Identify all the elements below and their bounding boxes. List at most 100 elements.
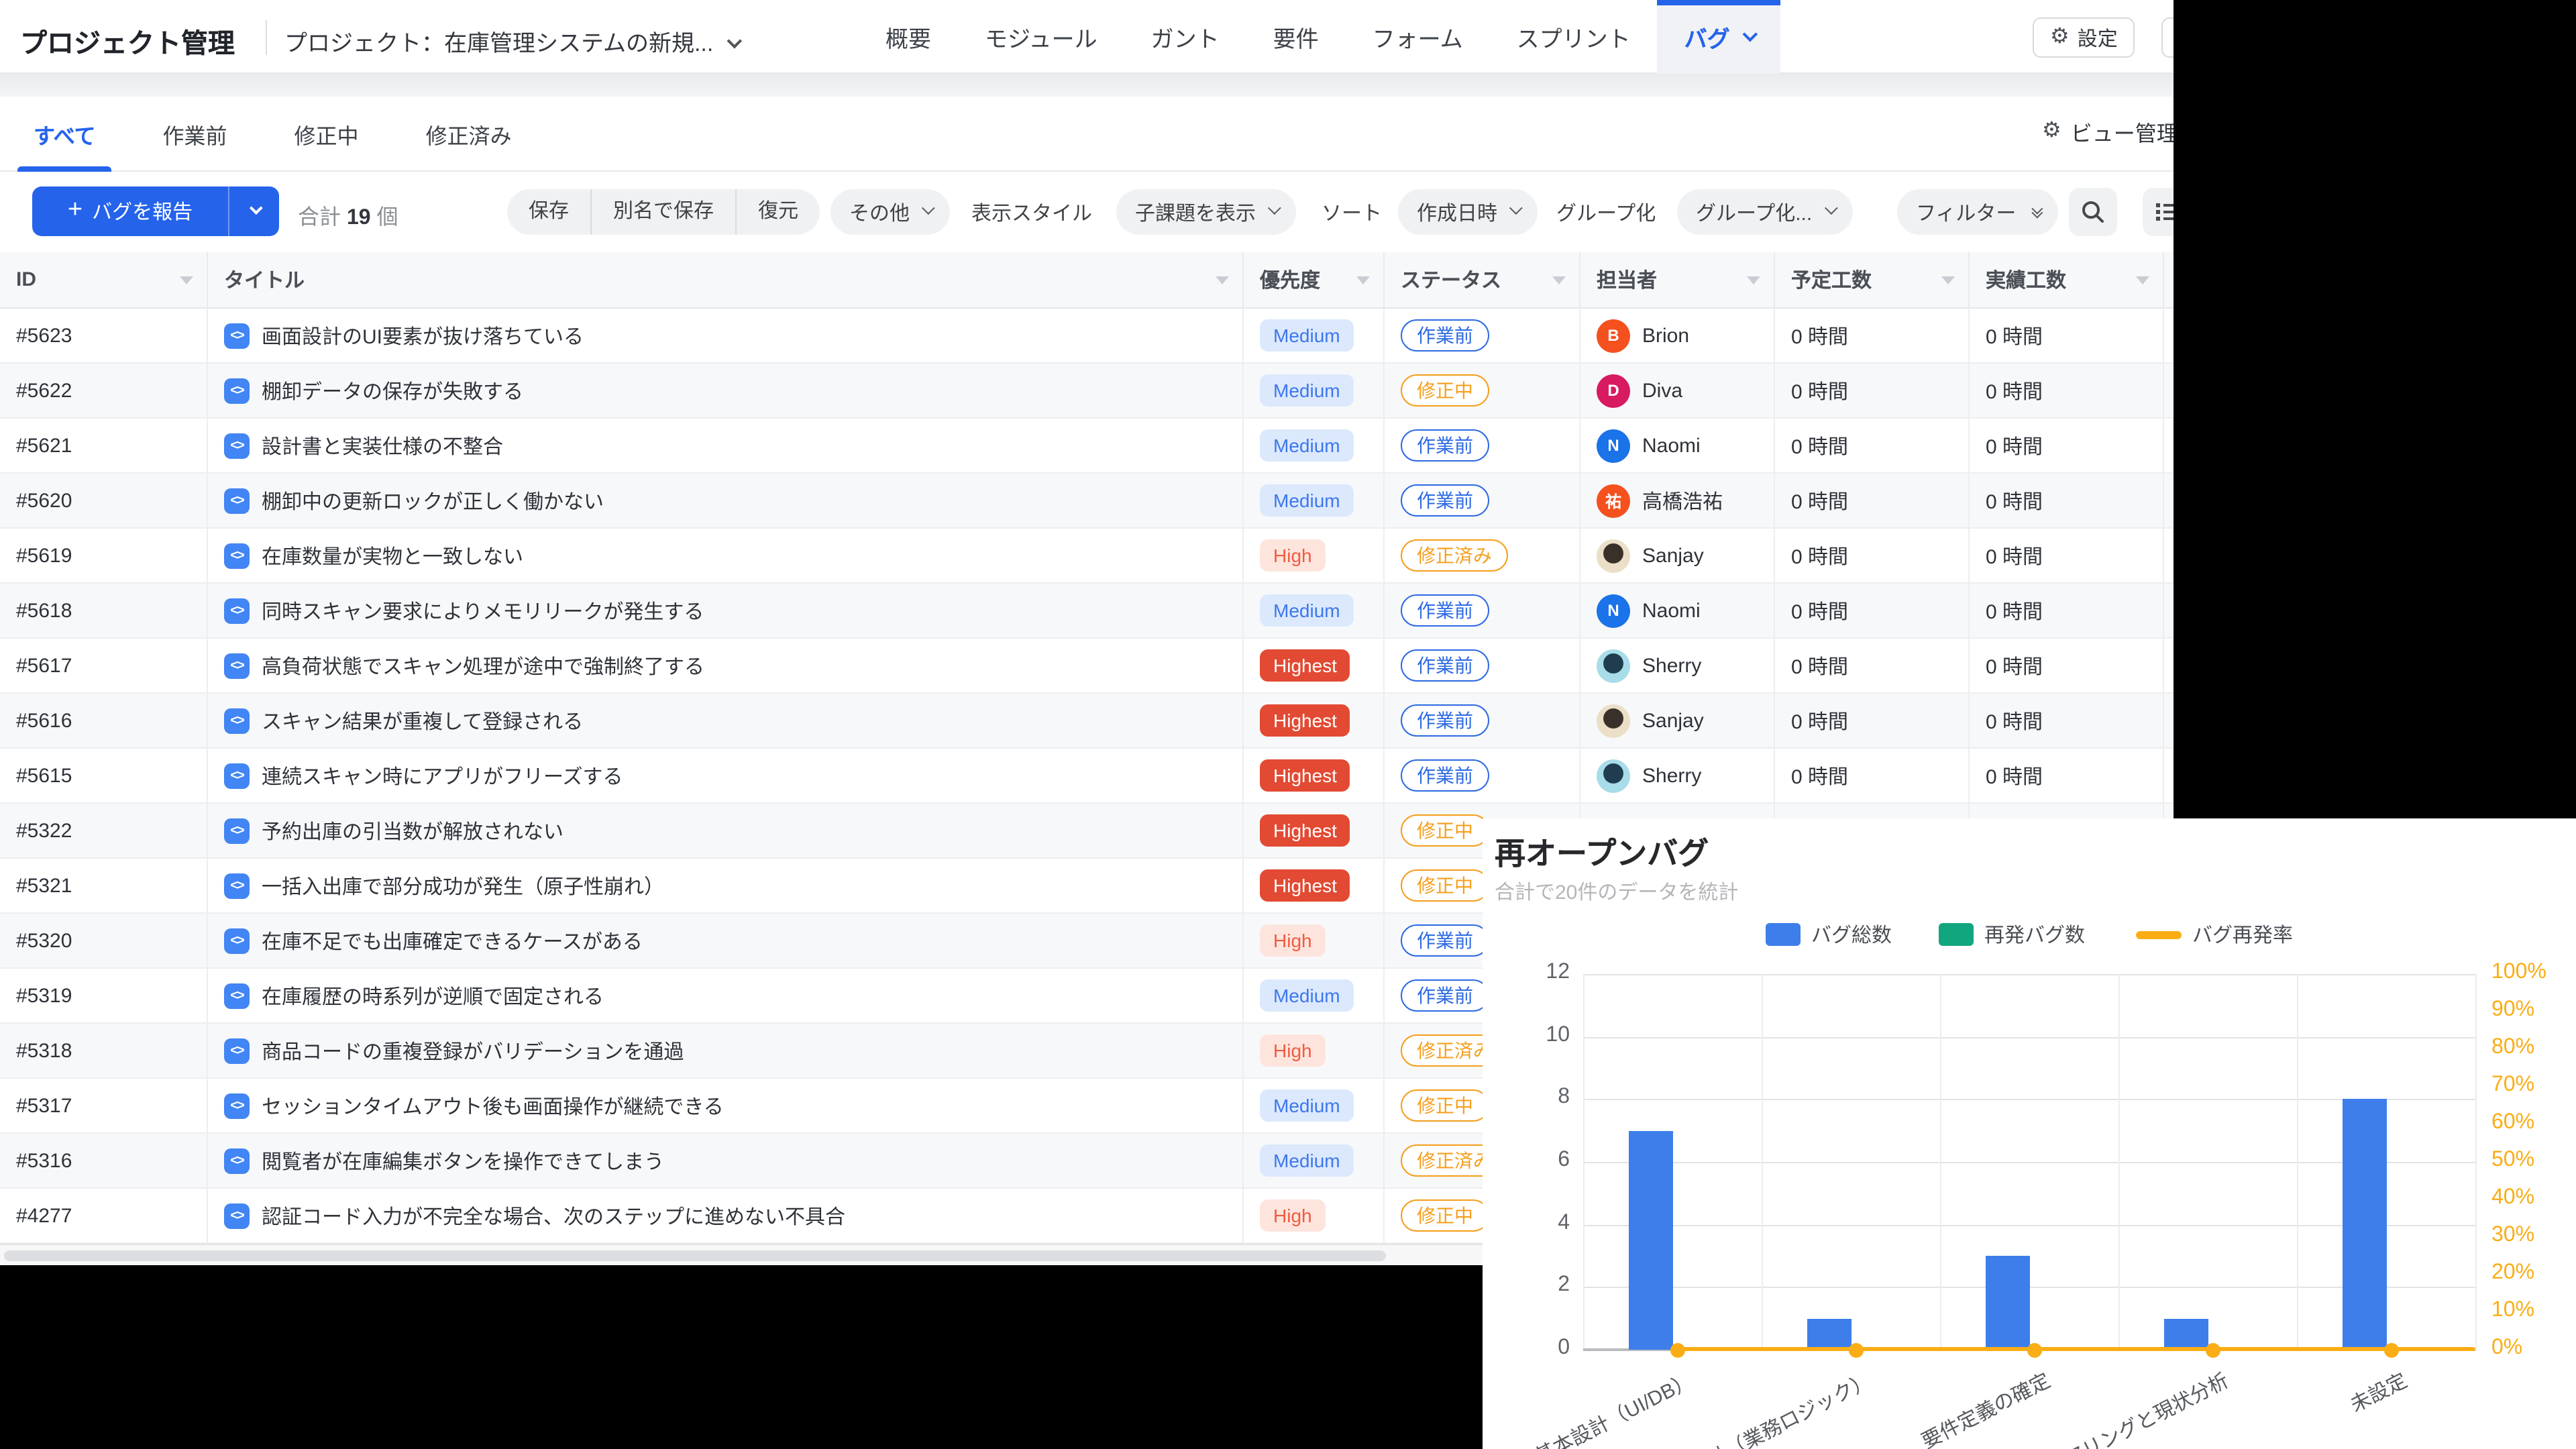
rate-point-要件定義の確定 [2027, 1342, 2042, 1357]
bug-id: #5616 [16, 709, 72, 732]
table-row[interactable]: #5618<>同時スキャン要求によりメモリリークが発生するMedium作業前NN… [0, 584, 2176, 639]
bug-type-icon: <> [224, 708, 250, 733]
cell-title[interactable]: <>在庫履歴の時系列が逆順で固定される [208, 969, 1244, 1024]
cell-title[interactable]: <>セッションタイムアウト後も画面操作が継続できる [208, 1079, 1244, 1134]
column-header-タイトル[interactable]: タイトル [208, 252, 1244, 309]
priority-badge: Medium [1260, 979, 1354, 1012]
column-header-予定工数[interactable]: 予定工数 [1775, 252, 1970, 309]
group-dropdown[interactable]: グループ化... [1677, 189, 1852, 235]
tab-概要[interactable]: 概要 [859, 0, 958, 74]
cell-title[interactable]: <>閲覧者が在庫編集ボタンを操作できてしまう [208, 1134, 1244, 1189]
table-row[interactable]: #5615<>連続スキャン時にアプリがフリーズするHighest作業前Sherr… [0, 749, 2176, 804]
table-row[interactable]: #5616<>スキャン結果が重複して登録されるHighest作業前Sanjay0… [0, 694, 2176, 749]
column-filter-icon[interactable] [180, 276, 193, 284]
table-row[interactable]: #5620<>棚卸中の更新ロックが正しく働かないMedium作業前祐高橋浩祐0 … [0, 474, 2176, 529]
restore-button[interactable]: 復元 [735, 189, 820, 235]
cell-status: 作業前 [1385, 584, 1580, 639]
view-tab-修正済み[interactable]: 修正済み [426, 97, 512, 172]
avatar: D [1597, 374, 1630, 407]
column-filter-icon[interactable] [1941, 276, 1955, 284]
table-row[interactable]: #5623<>画面設計のUI要素が抜け落ちているMedium作業前BBrion0… [0, 309, 2176, 364]
cell-title[interactable]: <>棚卸中の更新ロックが正しく働かない [208, 474, 1244, 529]
view-manage-button[interactable]: ⚙ ビュー管理 [2042, 115, 2178, 148]
more-dropdown[interactable]: その他 [830, 189, 950, 235]
cell-title[interactable]: <>高負荷状態でスキャン処理が途中で強制終了する [208, 639, 1244, 694]
table-row[interactable]: #5619<>在庫数量が実物と一致しないHigh修正済みSanjay0 時間0 … [0, 529, 2176, 584]
report-bug-dropdown[interactable] [228, 186, 279, 236]
cell-title[interactable]: <>予約出庫の引当数が解放されない [208, 804, 1244, 859]
settings-button[interactable]: ⚙ 設定 [2033, 17, 2135, 58]
table-row[interactable]: #5617<>高負荷状態でスキャン処理が途中で強制終了するHighest作業前S… [0, 639, 2176, 694]
status-pill: 修正中 [1401, 374, 1489, 407]
tab-スプリント[interactable]: スプリント [1490, 0, 1658, 74]
cell-assignee: NNaomi [1580, 419, 1775, 474]
project-selector[interactable]: プロジェクト：在庫管理システムの新規... [284, 24, 737, 58]
column-header-優先度[interactable]: 優先度 [1244, 252, 1385, 309]
column-header-label: タイトル [224, 266, 305, 294]
column-filter-icon[interactable] [1552, 276, 1566, 284]
bug-type-icon: <> [224, 543, 250, 568]
cell-actual-hours: 0 時間 [1970, 639, 2164, 694]
cell-actual-hours: 0 時間 [1970, 584, 2164, 639]
cell-title[interactable]: <>連続スキャン時にアプリがフリーズする [208, 749, 1244, 804]
bug-type-icon: <> [224, 488, 250, 513]
tab-バグ[interactable]: バグ [1658, 0, 1781, 74]
column-header-ID[interactable]: ID [0, 252, 208, 309]
table-row[interactable]: #5622<>棚卸データの保存が失敗するMedium修正中DDiva0 時間0 … [0, 364, 2176, 419]
status-pill: 作業前 [1401, 649, 1489, 682]
cell-title[interactable]: <>一括入出庫で部分成功が発生（原子性崩れ） [208, 859, 1244, 914]
tab-ガント[interactable]: ガント [1124, 0, 1246, 74]
tab-要件[interactable]: 要件 [1246, 0, 1346, 74]
column-header-実績工数[interactable]: 実績工数 [1970, 252, 2164, 309]
column-header-担当者[interactable]: 担当者 [1580, 252, 1775, 309]
cell-assignee: BBrion [1580, 309, 1775, 364]
cell-priority: Medium [1244, 309, 1385, 364]
bug-id: #5322 [16, 819, 72, 842]
view-tab-作業前[interactable]: 作業前 [163, 97, 227, 172]
total-count-value: 19 [347, 207, 371, 229]
report-bug-main[interactable]: + バグを報告 [32, 197, 228, 225]
y-axis-tick-right: 60% [2491, 1111, 2534, 1135]
cell-status: 作業前 [1385, 639, 1580, 694]
status-pill: 修正中 [1401, 1089, 1489, 1122]
cell-status: 作業前 [1385, 749, 1580, 804]
cell-title[interactable]: <>在庫数量が実物と一致しない [208, 529, 1244, 584]
search-button[interactable] [2069, 188, 2117, 236]
avatar: N [1597, 429, 1630, 462]
view-tab-修正中[interactable]: 修正中 [294, 97, 359, 172]
sort-dropdown[interactable]: 作成日時 [1398, 189, 1538, 235]
table-row[interactable]: #5621<>設計書と実装仕様の不整合Medium作業前NNaomi0 時間0 … [0, 419, 2176, 474]
chevron-down-icon [1268, 201, 1281, 215]
save-as-button[interactable]: 別名で保存 [590, 189, 735, 235]
assignee-name: Naomi [1642, 599, 1701, 622]
view-tab-すべて[interactable]: すべて [34, 97, 96, 172]
save-button[interactable]: 保存 [507, 189, 590, 235]
cell-id: #5321 [0, 859, 208, 914]
column-filter-icon[interactable] [1216, 276, 1229, 284]
column-filter-icon[interactable] [2136, 276, 2149, 284]
cell-title[interactable]: <>画面設計のUI要素が抜け落ちている [208, 309, 1244, 364]
column-header-ステータス[interactable]: ステータス [1385, 252, 1580, 309]
cell-title[interactable]: <>棚卸データの保存が失敗する [208, 364, 1244, 419]
avatar [1597, 704, 1630, 737]
actual-hours: 0 時間 [1986, 431, 2043, 460]
column-filter-icon[interactable] [1356, 276, 1370, 284]
report-bug-button[interactable]: + バグを報告 [32, 186, 279, 236]
bug-title: スキャン結果が重複して登録される [262, 706, 583, 735]
status-pill: 作業前 [1401, 759, 1489, 792]
bug-title: 一括入出庫で部分成功が発生（原子性崩れ） [262, 871, 664, 900]
cell-title[interactable]: <>設計書と実装仕様の不整合 [208, 419, 1244, 474]
filter-button[interactable]: フィルター [1897, 189, 2057, 235]
cell-title[interactable]: <>在庫不足でも出庫確定できるケースがある [208, 914, 1244, 969]
tab-モジュール[interactable]: モジュール [958, 0, 1124, 74]
cell-title[interactable]: <> スキャン結果が重複して登録される [208, 694, 1244, 749]
bug-id: #5319 [16, 984, 72, 1007]
tab-フォーム[interactable]: フォーム [1346, 0, 1490, 74]
display-style-dropdown[interactable]: 子課題を表示 [1116, 189, 1296, 235]
cell-title[interactable]: <>同時スキャン要求によりメモリリークが発生する [208, 584, 1244, 639]
cell-title[interactable]: <>認証コード入力が不完全な場合、次のステップに進めない不具合 [208, 1189, 1244, 1244]
cell-title[interactable]: <>商品コードの重複登録がバリデーションを通過 [208, 1024, 1244, 1079]
cell-priority: Medium [1244, 969, 1385, 1024]
column-filter-icon[interactable] [1747, 276, 1760, 284]
scrollbar-thumb[interactable] [4, 1250, 1386, 1261]
